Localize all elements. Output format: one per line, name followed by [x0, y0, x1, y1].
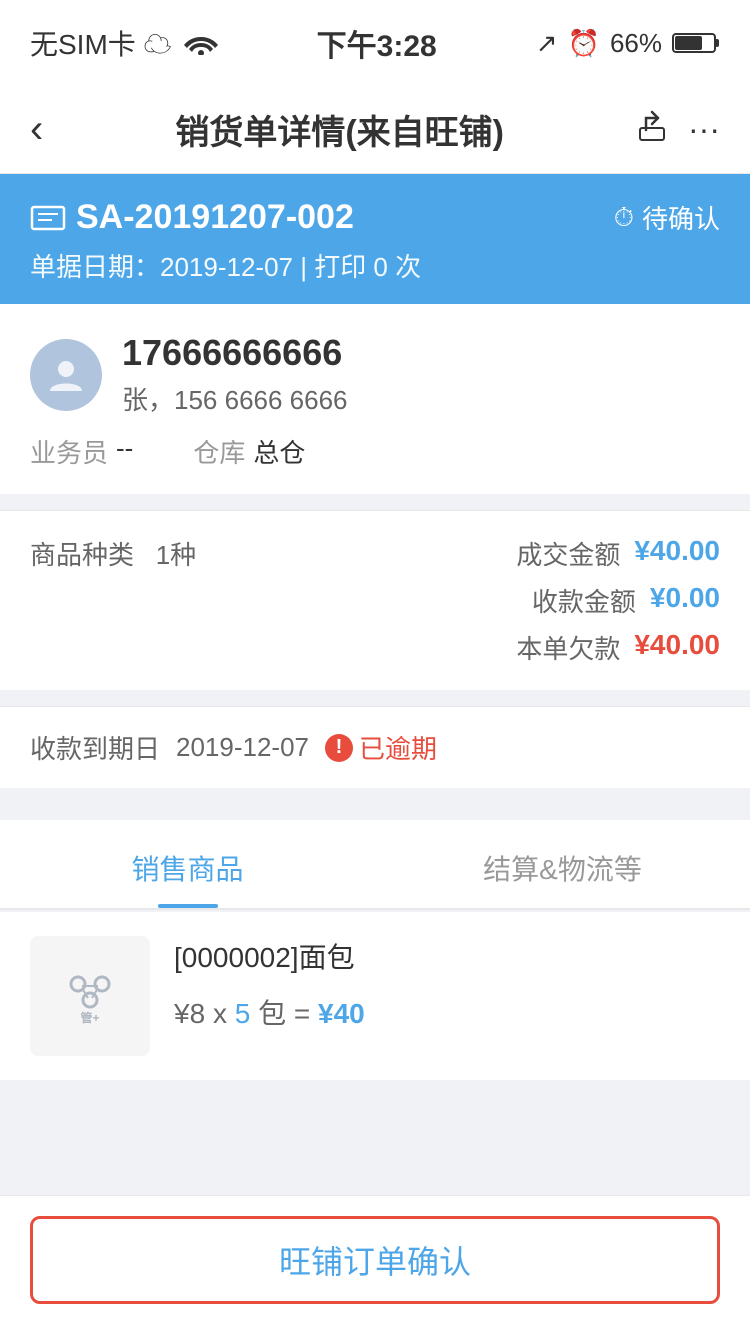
- deal-amount-value: ¥40.00: [634, 535, 720, 572]
- product-thumbnail: 管+: [30, 936, 150, 1056]
- order-icon: [30, 203, 66, 233]
- qty-value: 5: [235, 998, 251, 1029]
- due-date-value: 2019-12-07: [176, 732, 309, 763]
- deal-amount-row: 成交金额 ¥40.00: [516, 535, 720, 572]
- page-title: 销货单详情(来自旺铺): [175, 105, 504, 154]
- warehouse-label: 仓库: [193, 433, 245, 470]
- alarm-icon: ⏰: [568, 28, 600, 59]
- received-amount-row: 收款金额 ¥0.00: [532, 582, 720, 619]
- clock-icon: ⏱: [614, 202, 634, 234]
- tabs-section: 销售商品 结算&物流等: [0, 820, 750, 910]
- product-type-row: 商品种类 1种: [30, 535, 196, 572]
- due-date-section: 收款到期日 2019-12-07 ! 已逾期: [0, 707, 750, 788]
- nav-right: ···: [636, 110, 720, 150]
- product-placeholder-icon: 管+: [58, 964, 122, 1028]
- deal-amount-label: 成交金额: [516, 535, 620, 572]
- price-value: ¥8: [174, 998, 205, 1029]
- owe-amount-row: 本单欠款 ¥40.00: [516, 629, 720, 666]
- unit-value: 包: [258, 998, 286, 1029]
- overdue-icon: !: [325, 734, 353, 762]
- customer-section: 17666666666 张，156 6666 6666 业务员 -- 仓库 总仓: [0, 304, 750, 494]
- product-price-row: ¥8 x 5 包 = ¥40: [174, 992, 720, 1032]
- owe-value: ¥40.00: [634, 629, 720, 666]
- salesman-label: 业务员: [30, 433, 108, 470]
- received-label: 收款金额: [532, 582, 636, 619]
- share-button[interactable]: [636, 110, 668, 150]
- battery-icon: [672, 31, 720, 55]
- status-left: 无SIM卡 ☁: [30, 23, 218, 63]
- nav-bar: ‹ 销货单详情(来自旺铺) ···: [0, 86, 750, 174]
- nav-left[interactable]: ‹: [30, 107, 43, 152]
- svg-text:管+: 管+: [80, 1010, 99, 1025]
- order-status: ⏱ 待确认: [614, 199, 720, 236]
- product-info: [0000002]面包 ¥8 x 5 包 = ¥40: [174, 936, 720, 1032]
- share-icon: [636, 110, 668, 142]
- due-label: 收款到期日: [30, 729, 160, 766]
- salesman-value: --: [116, 433, 133, 470]
- summary-right: 成交金额 ¥40.00 收款金额 ¥0.00 本单欠款 ¥40.00: [516, 535, 720, 666]
- wifi-icon: [184, 31, 218, 55]
- product-type-value: 1种: [156, 540, 196, 570]
- location-icon: ↗: [536, 28, 558, 59]
- avatar: [30, 339, 102, 411]
- tab-products[interactable]: 销售商品: [0, 820, 375, 908]
- more-button[interactable]: ···: [688, 111, 720, 148]
- received-value: ¥0.00: [650, 582, 720, 619]
- battery-text: 66%: [610, 28, 662, 59]
- status-bar: 无SIM卡 ☁ 下午3:28 ↗ ⏰ 66%: [0, 0, 750, 86]
- bottom-bar: 旺铺订单确认: [0, 1195, 750, 1334]
- summary-section: 商品种类 1种 成交金额 ¥40.00 收款金额 ¥0.00 本单欠款 ¥40.…: [0, 511, 750, 690]
- order-date: 单据日期：2019-12-07 | 打印 0 次: [30, 247, 720, 284]
- back-button[interactable]: ‹: [30, 107, 43, 152]
- tabs-row: 销售商品 结算&物流等: [0, 820, 750, 908]
- order-header-card: SA-20191207-002 ⏱ 待确认 单据日期：2019-12-07 | …: [0, 174, 750, 304]
- product-type-label: 商品种类: [30, 540, 134, 570]
- confirm-order-button[interactable]: 旺铺订单确认: [30, 1216, 720, 1304]
- total-value: ¥40: [318, 998, 365, 1029]
- product-name: [0000002]面包: [174, 936, 720, 976]
- person-icon: [46, 355, 86, 395]
- order-id: SA-20191207-002: [30, 198, 354, 237]
- warehouse-value: 总仓: [253, 433, 305, 470]
- customer-meta: 业务员 -- 仓库 总仓: [30, 433, 720, 470]
- customer-name: 张，156 6666 6666: [122, 380, 348, 417]
- status-time: 下午3:28: [317, 21, 437, 65]
- owe-label: 本单欠款: [516, 629, 620, 666]
- overdue-badge: ! 已逾期: [325, 729, 437, 766]
- status-right: ↗ ⏰ 66%: [536, 28, 720, 59]
- customer-phone: 17666666666: [122, 332, 348, 374]
- overdue-text: 已逾期: [359, 729, 437, 766]
- product-item: 管+ [0000002]面包 ¥8 x 5 包 = ¥40: [0, 912, 750, 1080]
- sim-status: 无SIM卡 ☁: [30, 23, 172, 63]
- tab-settlement[interactable]: 结算&物流等: [375, 820, 750, 908]
